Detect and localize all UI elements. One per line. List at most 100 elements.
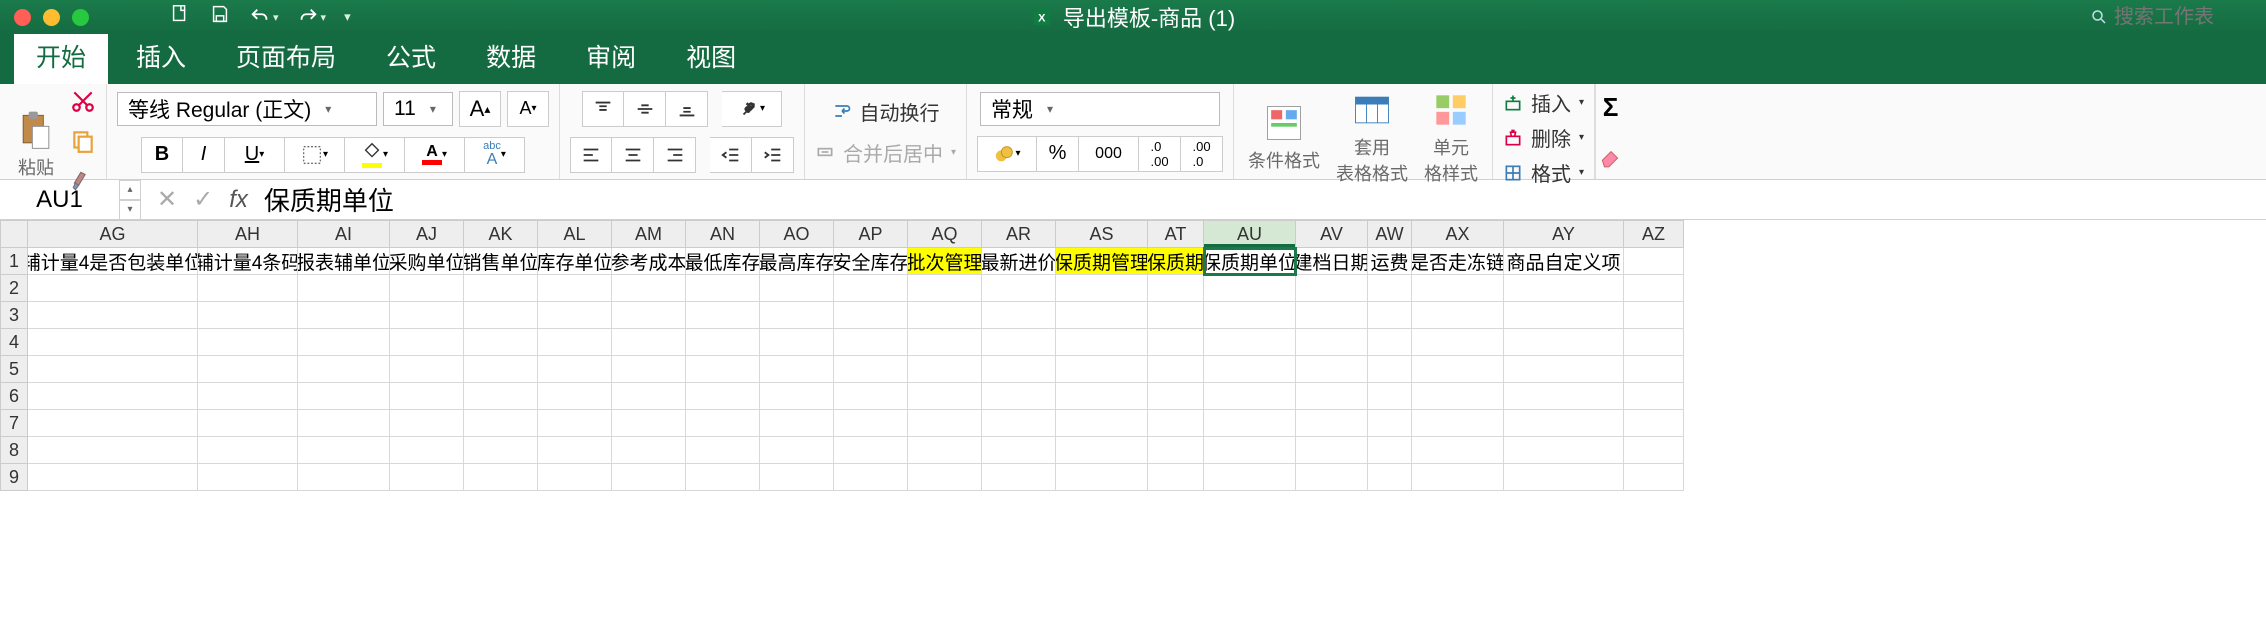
minimize-window-button[interactable] <box>43 9 60 26</box>
row-header-9[interactable]: 9 <box>0 464 28 491</box>
cell-AW7[interactable] <box>1368 410 1412 437</box>
name-box[interactable]: AU1 <box>0 180 120 219</box>
cell-AK8[interactable] <box>464 437 538 464</box>
cell-AV4[interactable] <box>1296 329 1368 356</box>
orientation-button[interactable]: ab▾ <box>722 91 782 127</box>
cell-AI1[interactable]: 报表辅单位 <box>298 248 390 275</box>
column-header-AK[interactable]: AK <box>464 220 538 248</box>
cell-AI3[interactable] <box>298 302 390 329</box>
cell-AL8[interactable] <box>538 437 612 464</box>
tab-page-layout[interactable]: 页面布局 <box>214 28 358 84</box>
cell-AM1[interactable]: 参考成本 <box>612 248 686 275</box>
cell-AL6[interactable] <box>538 383 612 410</box>
cell-AR9[interactable] <box>982 464 1056 491</box>
row-header-3[interactable]: 3 <box>0 302 28 329</box>
conditional-format-button[interactable]: 条件格式 <box>1244 101 1324 173</box>
cell-AL7[interactable] <box>538 410 612 437</box>
cell-AR6[interactable] <box>982 383 1056 410</box>
cell-AT4[interactable] <box>1148 329 1204 356</box>
cell-AS1[interactable]: 保质期管理 <box>1056 248 1148 275</box>
cell-AH5[interactable] <box>198 356 298 383</box>
italic-button[interactable]: I <box>183 137 225 173</box>
cell-AP1[interactable]: 安全库存 <box>834 248 908 275</box>
cell-AV1[interactable]: 建档日期 <box>1296 248 1368 275</box>
cell-AH3[interactable] <box>198 302 298 329</box>
cell-AW3[interactable] <box>1368 302 1412 329</box>
cell-AM7[interactable] <box>612 410 686 437</box>
cell-AW5[interactable] <box>1368 356 1412 383</box>
cell-AL9[interactable] <box>538 464 612 491</box>
cell-AM5[interactable] <box>612 356 686 383</box>
cell-AR4[interactable] <box>982 329 1056 356</box>
cell-AW2[interactable] <box>1368 275 1412 302</box>
undo-icon[interactable]: ▾ <box>249 6 279 28</box>
cell-AO4[interactable] <box>760 329 834 356</box>
cell-AR7[interactable] <box>982 410 1056 437</box>
cell-AN9[interactable] <box>686 464 760 491</box>
column-header-AO[interactable]: AO <box>760 220 834 248</box>
increase-font-icon[interactable]: A▴ <box>459 91 501 127</box>
wrap-text-button[interactable]: 自动换行 <box>832 97 940 126</box>
cell-AP5[interactable] <box>834 356 908 383</box>
cell-AQ6[interactable] <box>908 383 982 410</box>
increase-decimal-icon[interactable]: .0.00 <box>1139 136 1181 172</box>
decrease-indent-icon[interactable] <box>710 137 752 173</box>
cell-styles-button[interactable]: 单元 格样式 <box>1420 88 1482 186</box>
row-header-2[interactable]: 2 <box>0 275 28 302</box>
cell-AI4[interactable] <box>298 329 390 356</box>
cell-AV8[interactable] <box>1296 437 1368 464</box>
cell-AP6[interactable] <box>834 383 908 410</box>
cell-AG1[interactable]: 辅计量4是否包装单位 <box>28 248 198 275</box>
cell-AS6[interactable] <box>1056 383 1148 410</box>
cell-AW1[interactable]: 运费 <box>1368 248 1412 275</box>
cell-AL3[interactable] <box>538 302 612 329</box>
cell-AY9[interactable] <box>1504 464 1624 491</box>
row-header-7[interactable]: 7 <box>0 410 28 437</box>
tab-view[interactable]: 视图 <box>664 28 758 84</box>
cell-AZ6[interactable] <box>1624 383 1684 410</box>
cell-AR3[interactable] <box>982 302 1056 329</box>
column-header-AM[interactable]: AM <box>612 220 686 248</box>
column-header-AW[interactable]: AW <box>1368 220 1412 248</box>
cell-AZ9[interactable] <box>1624 464 1684 491</box>
cell-AR1[interactable]: 最新进价 <box>982 248 1056 275</box>
cell-AM6[interactable] <box>612 383 686 410</box>
cell-AI5[interactable] <box>298 356 390 383</box>
bold-button[interactable]: B <box>141 137 183 173</box>
column-header-AJ[interactable]: AJ <box>390 220 464 248</box>
cell-AQ7[interactable] <box>908 410 982 437</box>
save-icon[interactable] <box>209 3 231 31</box>
cell-AY2[interactable] <box>1504 275 1624 302</box>
format-cells-button[interactable]: 格式▾ <box>1503 158 1584 187</box>
cell-AV2[interactable] <box>1296 275 1368 302</box>
cell-AO7[interactable] <box>760 410 834 437</box>
cell-AG8[interactable] <box>28 437 198 464</box>
cell-AU1[interactable]: 保质期单位 <box>1204 248 1296 275</box>
cell-AN6[interactable] <box>686 383 760 410</box>
font-name-select[interactable]: 等线 Regular (正文)▾ <box>117 92 377 126</box>
cell-AO3[interactable] <box>760 302 834 329</box>
cell-AI8[interactable] <box>298 437 390 464</box>
redo-icon[interactable]: ▾ <box>297 6 327 28</box>
delete-cells-button[interactable]: 删除▾ <box>1503 123 1584 152</box>
tab-formulas[interactable]: 公式 <box>364 28 458 84</box>
align-top-icon[interactable] <box>582 91 624 127</box>
cell-AN4[interactable] <box>686 329 760 356</box>
cell-AV9[interactable] <box>1296 464 1368 491</box>
cell-AT8[interactable] <box>1148 437 1204 464</box>
fullscreen-window-button[interactable] <box>72 9 89 26</box>
cells-area[interactable]: 辅计量4是否包装单位辅计量4条码报表辅单位采购单位销售单位库存单位参考成本最低库… <box>28 248 1684 491</box>
column-header-AY[interactable]: AY <box>1504 220 1624 248</box>
cell-AH7[interactable] <box>198 410 298 437</box>
select-all-corner[interactable] <box>0 220 28 248</box>
search-area[interactable] <box>2090 6 2254 29</box>
cell-AL2[interactable] <box>538 275 612 302</box>
cell-AG9[interactable] <box>28 464 198 491</box>
cell-AO8[interactable] <box>760 437 834 464</box>
cell-AL1[interactable]: 库存单位 <box>538 248 612 275</box>
cell-AY3[interactable] <box>1504 302 1624 329</box>
borders-button[interactable]: ▾ <box>285 137 345 173</box>
cell-AU4[interactable] <box>1204 329 1296 356</box>
cell-AU6[interactable] <box>1204 383 1296 410</box>
cell-AT2[interactable] <box>1148 275 1204 302</box>
